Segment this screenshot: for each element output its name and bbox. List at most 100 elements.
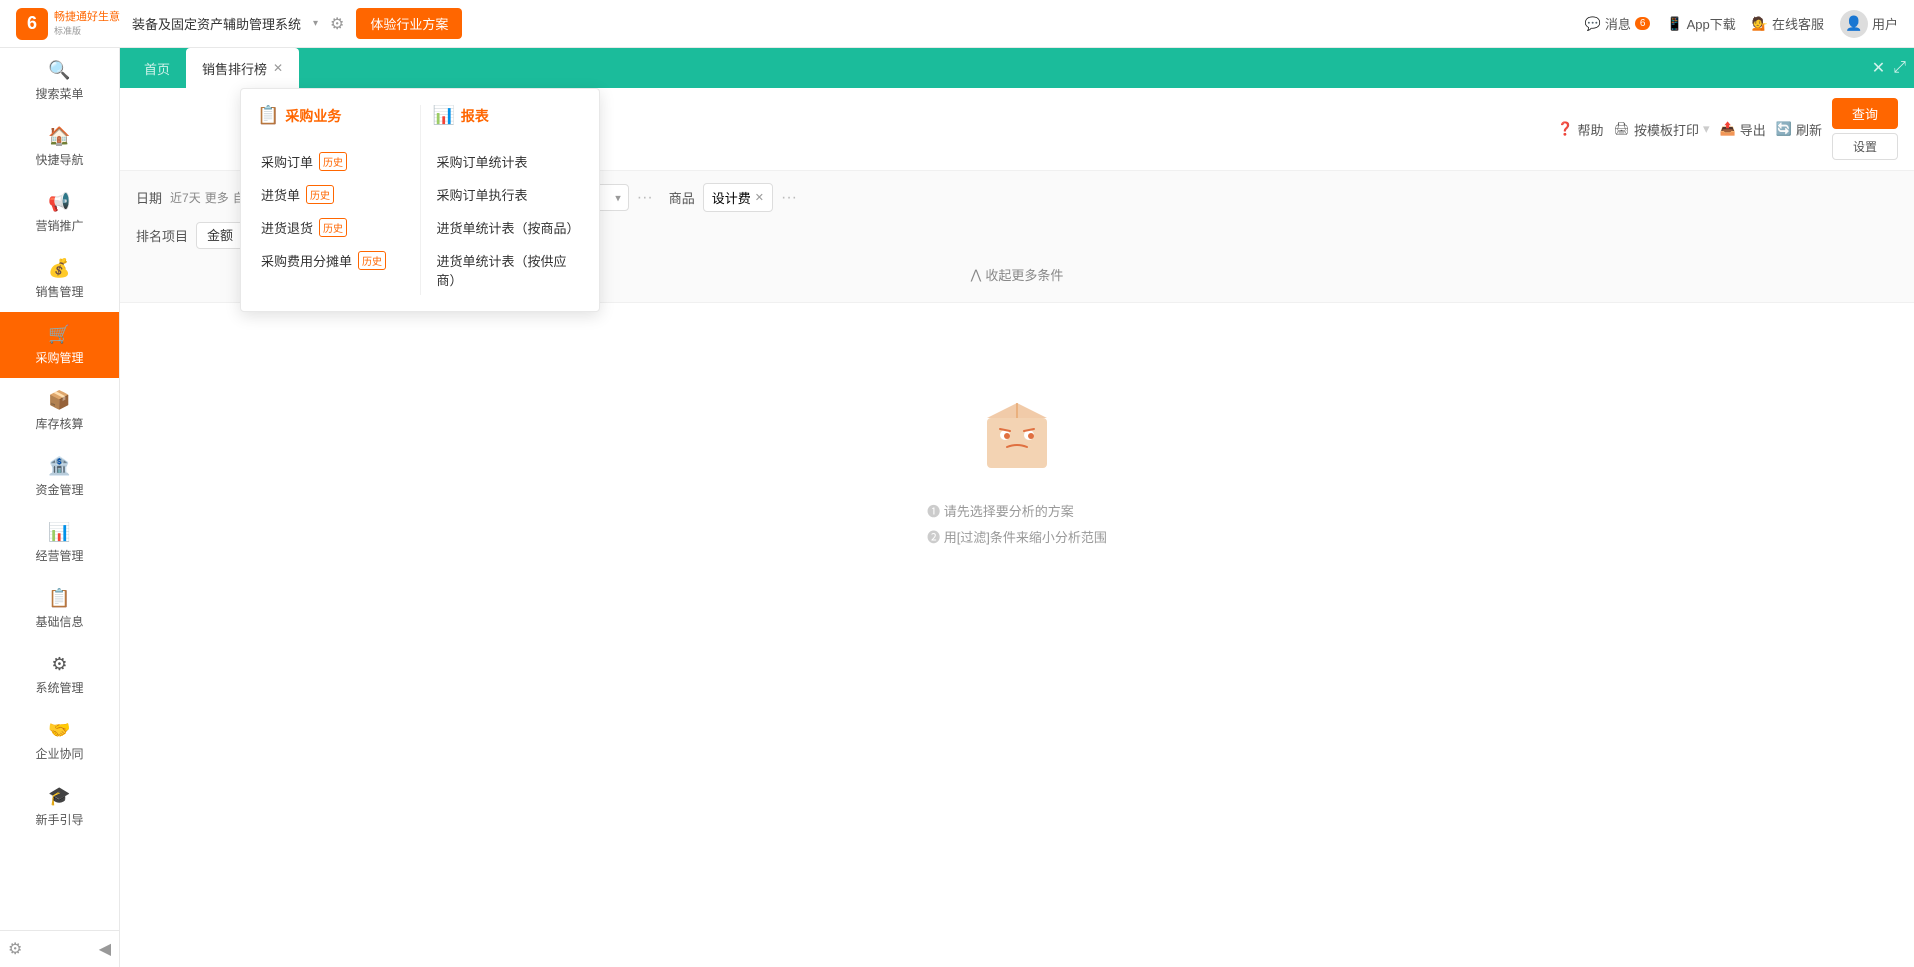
sidebar-item-marketing[interactable]: 📢 营销推广 — [0, 180, 119, 246]
enterprise-icon: 🤝 — [48, 720, 70, 741]
incoming-label: 进货单 — [261, 185, 300, 204]
sidebar-item-quick[interactable]: 🏠 快捷导航 — [0, 114, 119, 180]
sidebar-item-basic[interactable]: 📋 基础信息 — [0, 576, 119, 642]
rank-label: 排名项目 — [136, 226, 188, 245]
date-more[interactable]: 更多 — [205, 189, 229, 206]
topbar-right: 💬 消息 6 📱 App下载 💁 在线客服 👤 用户 — [1585, 10, 1898, 38]
bill-status-dots[interactable]: ··· — [637, 189, 653, 207]
tab-expand-icon[interactable]: ⤢ — [1893, 59, 1906, 77]
print-label: 按模板打印 — [1634, 120, 1699, 139]
product-dots[interactable]: ··· — [781, 189, 797, 207]
empty-hint-2: 用[过滤]条件来缩小分析范围 — [927, 525, 1107, 551]
basic-icon: 📋 — [48, 588, 70, 609]
tab-sales-rank[interactable]: 销售排行榜 ✕ — [186, 48, 299, 88]
collapse-label: 收起更多条件 — [985, 265, 1063, 284]
sidebar-label-sales: 销售管理 — [35, 283, 83, 300]
purchase-col-icon: 📋 — [257, 105, 279, 126]
empty-illustration — [957, 383, 1077, 483]
export-button[interactable]: 📤 导出 — [1720, 120, 1766, 139]
dropdown-purchase-col: 📋 采购业务 采购订单 历史 进货单 历史 进货退货 — [257, 105, 408, 295]
product-tag-close[interactable]: ✕ — [755, 191, 764, 204]
expense-label: 采购费用分摊单 — [261, 251, 352, 270]
product-tag-value: 设计费 — [712, 188, 751, 207]
dropdown-report-col: 📊 报表 采购订单统计表 采购订单执行表 进货单统计表（按商品） — [433, 105, 584, 295]
sidebar-item-purchase[interactable]: 🛒 采购管理 — [0, 312, 119, 378]
purchase-col-title: 📋 采购业务 — [257, 105, 408, 134]
dropdown-item-order-stats[interactable]: 采购订单统计表 — [433, 146, 584, 177]
user-button[interactable]: 👤 用户 — [1840, 10, 1898, 38]
product-tag: 设计费 ✕ — [703, 183, 773, 212]
dropdown-item-order-exec[interactable]: 采购订单执行表 — [433, 179, 584, 210]
topbar-arrow[interactable]: ▾ — [313, 18, 318, 29]
incoming-stats-product-label: 进货单统计表（按商品） — [437, 218, 580, 237]
purchase-order-hist: 历史 — [319, 152, 347, 171]
sidebar-label-newbie: 新手引导 — [35, 811, 83, 828]
sidebar-item-search[interactable]: 🔍 搜索菜单 — [0, 48, 119, 114]
topbar-gear[interactable]: ⚙ — [330, 14, 344, 34]
logo-badge: 标准版 — [54, 24, 120, 37]
sidebar-item-capital[interactable]: 🏦 资金管理 — [0, 444, 119, 510]
tab-bar: 首页 销售排行榜 ✕ ✕ ⤢ — [120, 48, 1914, 88]
sidebar-collapse-button[interactable]: ◀ — [99, 939, 111, 959]
purchase-icon: 🛒 — [48, 324, 70, 345]
sidebar-settings-button[interactable]: ⚙ — [8, 939, 22, 959]
report-col-icon: 📊 — [433, 105, 455, 126]
dropdown-item-purchase-order[interactable]: 采购订单 历史 — [257, 146, 408, 177]
dropdown-item-return[interactable]: 进货退货 历史 — [257, 212, 408, 243]
tab-close-icon[interactable]: ✕ — [273, 61, 283, 75]
logo-icon: 6 — [16, 8, 48, 40]
sidebar-item-sales[interactable]: 💰 销售管理 — [0, 246, 119, 312]
set-button[interactable]: 设置 — [1832, 133, 1898, 160]
industry-button[interactable]: 体验行业方案 — [356, 8, 462, 39]
report-col-title: 📊 报表 — [433, 105, 584, 134]
home-icon: 🏠 — [48, 126, 70, 147]
message-button[interactable]: 💬 消息 6 — [1585, 14, 1651, 33]
user-label: 用户 — [1872, 14, 1898, 33]
operations-icon: 📊 — [48, 522, 70, 543]
tab-home-label: 首页 — [144, 59, 170, 78]
toolbar-right: ❓ 帮助 🖨 按模板打印 ▾ 📤 导出 🔄 刷新 — [1557, 98, 1898, 160]
dropdown-item-incoming-stats-product[interactable]: 进货单统计表（按商品） — [433, 212, 584, 243]
sidebar-item-newbie[interactable]: 🎓 新手引导 — [0, 774, 119, 840]
tab-close-all-icon[interactable]: ✕ — [1872, 58, 1885, 78]
sidebar-label-quick: 快捷导航 — [35, 151, 83, 168]
capital-icon: 🏦 — [48, 456, 70, 477]
tab-home[interactable]: 首页 — [128, 48, 186, 88]
sidebar-item-enterprise[interactable]: 🤝 企业协同 — [0, 708, 119, 774]
date-7days[interactable]: 近7天 — [170, 189, 201, 206]
inventory-icon: 📦 — [48, 390, 70, 411]
export-label: 导出 — [1740, 120, 1766, 139]
sidebar-label-purchase: 采购管理 — [35, 349, 83, 366]
app-download-button[interactable]: 📱 App下载 — [1666, 14, 1735, 33]
app-label: App下载 — [1687, 14, 1736, 33]
sidebar-label-search: 搜索菜单 — [35, 85, 83, 102]
print-button[interactable]: 🖨 按模板打印 ▾ — [1614, 120, 1710, 139]
return-label: 进货退货 — [261, 218, 313, 237]
query-button[interactable]: 查询 — [1832, 98, 1898, 129]
topbar: 6 畅捷通好生意 标准版 装备及固定资产辅助管理系统 ▾ ⚙ 体验行业方案 💬 … — [0, 0, 1914, 48]
logo: 6 畅捷通好生意 标准版 — [16, 8, 120, 40]
empty-state: 请先选择要分析的方案 用[过滤]条件来缩小分析范围 — [120, 303, 1914, 631]
message-badge: 6 — [1635, 17, 1651, 30]
sidebar-item-system[interactable]: ⚙ 系统管理 — [0, 642, 119, 708]
sidebar-label-system: 系统管理 — [35, 679, 83, 696]
report-col-label: 报表 — [461, 106, 489, 126]
sidebar-label-basic: 基础信息 — [35, 613, 83, 630]
dropdown-item-expense[interactable]: 采购费用分摊单 历史 — [257, 245, 408, 276]
sidebar-item-operations[interactable]: 📊 经营管理 — [0, 510, 119, 576]
sidebar-label-operations: 经营管理 — [35, 547, 83, 564]
help-button[interactable]: ❓ 帮助 — [1557, 120, 1603, 139]
purchase-order-label: 采购订单 — [261, 152, 313, 171]
online-service-button[interactable]: 💁 在线客服 — [1752, 14, 1824, 33]
service-label: 在线客服 — [1772, 14, 1824, 33]
newbie-icon: 🎓 — [48, 786, 70, 807]
dropdown-item-incoming[interactable]: 进货单 历史 — [257, 179, 408, 210]
empty-hints: 请先选择要分析的方案 用[过滤]条件来缩小分析范围 — [927, 499, 1107, 551]
collapse-up-icon: ⋀ — [971, 267, 982, 283]
search-icon: 🔍 — [48, 60, 70, 81]
order-stats-label: 采购订单统计表 — [437, 152, 528, 171]
refresh-button[interactable]: 🔄 刷新 — [1776, 120, 1822, 139]
dropdown-item-incoming-stats-supplier[interactable]: 进货单统计表（按供应商） — [433, 245, 584, 295]
logo-text: 畅捷通好生意 — [54, 10, 120, 24]
sidebar-item-inventory[interactable]: 📦 库存核算 — [0, 378, 119, 444]
